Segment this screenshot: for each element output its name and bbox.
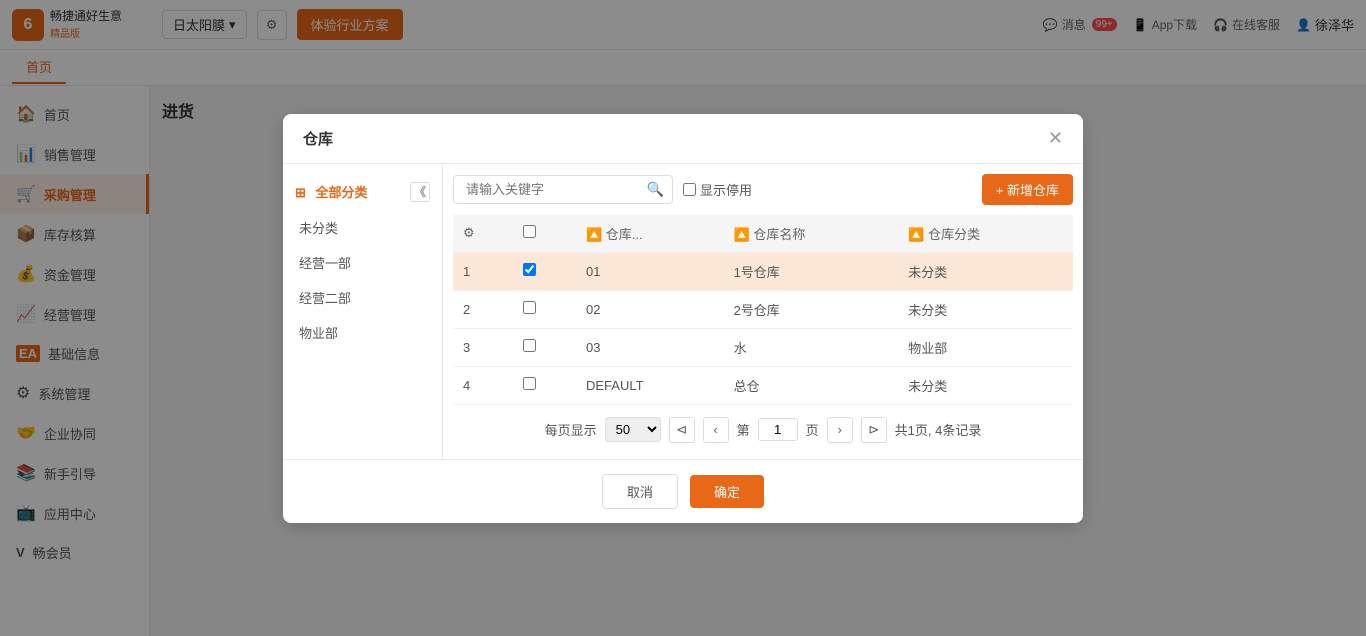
row-checkbox-cell — [513, 290, 576, 328]
show-disabled-wrap: 显示停用 — [683, 180, 752, 199]
row-category: 未分类 — [898, 252, 1073, 290]
all-category-item[interactable]: ⊞ 全部分类 《 — [283, 174, 442, 210]
row-checkbox[interactable] — [523, 263, 536, 276]
category-item-unclassified[interactable]: 未分类 — [283, 210, 442, 245]
show-disabled-label: 显示停用 — [700, 180, 752, 199]
select-all-checkbox[interactable] — [523, 225, 536, 238]
row-checkbox-cell — [513, 252, 576, 290]
table-row[interactable]: 3 03 水 物业部 — [453, 328, 1073, 366]
row-action[interactable]: 3 — [453, 328, 513, 366]
row-name: 总仓 — [724, 366, 899, 404]
table-toolbar: 🔍 显示停用 + 新增仓库 — [453, 174, 1073, 205]
search-input[interactable] — [462, 176, 647, 203]
row-name: 1号仓库 — [724, 252, 899, 290]
category-item-dept1[interactable]: 经营一部 — [283, 245, 442, 280]
row-code: 03 — [576, 328, 724, 366]
row-action[interactable]: 1 — [453, 252, 513, 290]
show-disabled-checkbox[interactable] — [683, 183, 696, 196]
search-input-wrap: 🔍 — [453, 175, 673, 204]
total-info: 共1页, 4条记录 — [895, 420, 982, 439]
prev-page-button[interactable]: ‹ — [703, 417, 729, 443]
last-page-button[interactable]: ⊳ — [861, 417, 887, 443]
page-input[interactable] — [758, 418, 798, 441]
search-icon: 🔍 — [647, 181, 664, 198]
row-code: DEFAULT — [576, 366, 724, 404]
row-code: 02 — [576, 290, 724, 328]
per-page-select[interactable]: 50 100 — [605, 417, 661, 442]
cancel-button[interactable]: 取消 — [602, 474, 678, 509]
row-checkbox-cell — [513, 366, 576, 404]
confirm-button[interactable]: 确定 — [690, 475, 764, 508]
row-checkbox[interactable] — [523, 377, 536, 390]
add-warehouse-button[interactable]: + 新增仓库 — [982, 174, 1073, 205]
settings-icon: ⚙ — [463, 225, 475, 240]
warehouse-dialog: 仓库 ✕ ⊞ 全部分类 《 未分类 经营一部 经营二部 物业部 — [283, 114, 1083, 523]
close-button[interactable]: ✕ — [1048, 128, 1063, 149]
page-label-pre: 第 — [737, 420, 750, 439]
col-checkbox — [513, 215, 576, 253]
all-category-label: 全部分类 — [316, 185, 368, 200]
dialog-header: 仓库 ✕ — [283, 114, 1083, 164]
page-label: 页 — [806, 420, 819, 439]
col-name: 🔼 仓库名称 — [724, 215, 899, 253]
row-checkbox[interactable] — [523, 339, 536, 352]
row-action[interactable]: 4 — [453, 366, 513, 404]
warehouse-table: ⚙ 🔼 仓库... 🔼 仓库名称 🔼 仓库分类 1 01 1号仓库 未分类 2 … — [453, 215, 1073, 405]
category-item-property[interactable]: 物业部 — [283, 315, 442, 350]
dialog-overlay: 仓库 ✕ ⊞ 全部分类 《 未分类 经营一部 经营二部 物业部 — [0, 0, 1366, 636]
first-page-button[interactable]: ⊲ — [669, 417, 695, 443]
collapse-button[interactable]: 《 — [410, 182, 430, 202]
table-header-row: ⚙ 🔼 仓库... 🔼 仓库名称 🔼 仓库分类 — [453, 215, 1073, 253]
grid-icon: ⊞ — [295, 185, 306, 200]
col-code: 🔼 仓库... — [576, 215, 724, 253]
dialog-title: 仓库 — [303, 128, 333, 149]
table-panel: 🔍 显示停用 + 新增仓库 ⚙ 🔼 仓库... — [443, 164, 1083, 459]
col-category: 🔼 仓库分类 — [898, 215, 1073, 253]
table-row[interactable]: 2 02 2号仓库 未分类 — [453, 290, 1073, 328]
row-code: 01 — [576, 252, 724, 290]
row-checkbox[interactable] — [523, 301, 536, 314]
row-category: 未分类 — [898, 290, 1073, 328]
row-checkbox-cell — [513, 328, 576, 366]
category-panel: ⊞ 全部分类 《 未分类 经营一部 经营二部 物业部 — [283, 164, 443, 459]
table-row[interactable]: 4 DEFAULT 总仓 未分类 — [453, 366, 1073, 404]
row-category: 未分类 — [898, 366, 1073, 404]
table-row[interactable]: 1 01 1号仓库 未分类 — [453, 252, 1073, 290]
col-settings: ⚙ — [453, 215, 513, 253]
dialog-body: ⊞ 全部分类 《 未分类 经营一部 经营二部 物业部 🔍 — [283, 164, 1083, 459]
row-category: 物业部 — [898, 328, 1073, 366]
row-action[interactable]: 2 — [453, 290, 513, 328]
row-name: 水 — [724, 328, 899, 366]
row-name: 2号仓库 — [724, 290, 899, 328]
pagination: 每页显示 50 100 ⊲ ‹ 第 页 › ⊳ 共1页, 4条记录 — [453, 405, 1073, 449]
per-page-label: 每页显示 — [545, 420, 597, 439]
next-page-button[interactable]: › — [827, 417, 853, 443]
category-item-dept2[interactable]: 经营二部 — [283, 280, 442, 315]
dialog-footer: 取消 确定 — [283, 459, 1083, 523]
